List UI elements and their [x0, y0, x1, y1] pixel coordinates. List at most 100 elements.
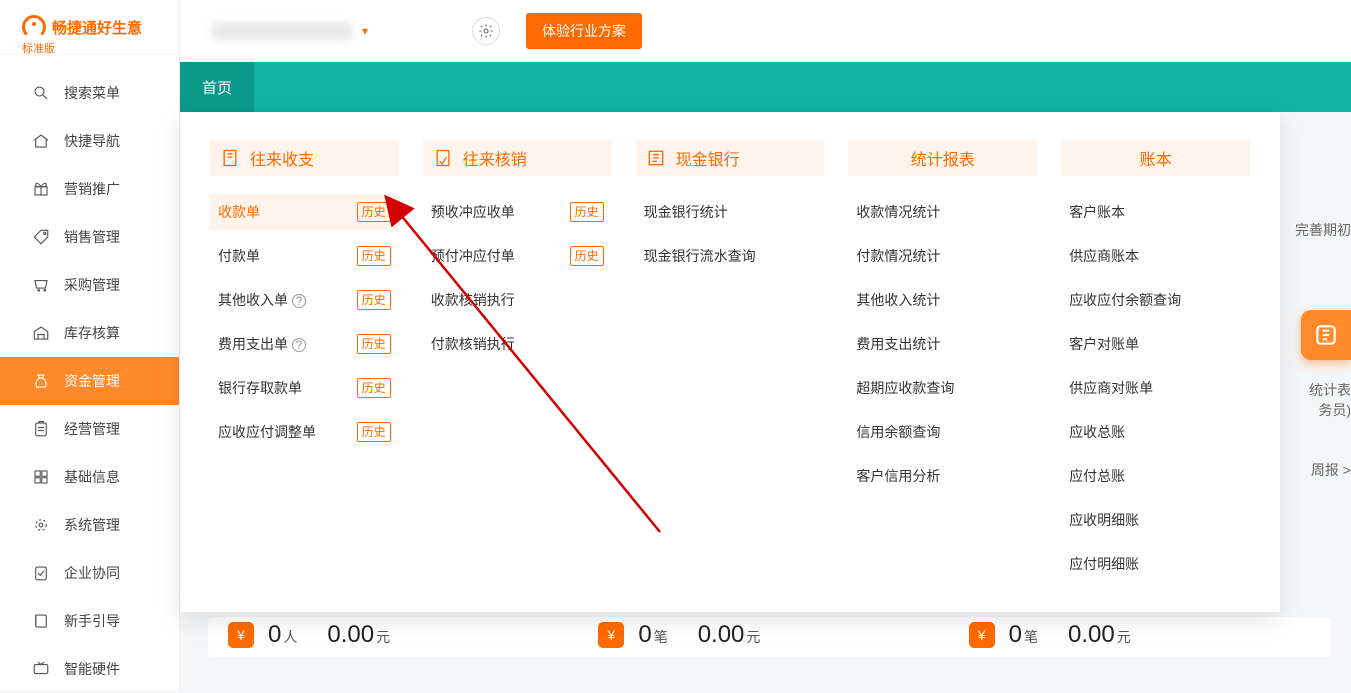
history-badge[interactable]: 历史 [357, 378, 391, 398]
menu-item-expense-stats[interactable]: 费用支出统计 [848, 326, 1037, 362]
history-badge[interactable]: 历史 [570, 202, 604, 222]
menu-item-supplier-ledger[interactable]: 供应商账本 [1061, 238, 1250, 274]
menu-item-credit-balance[interactable]: 信用余额查询 [848, 414, 1037, 450]
mega-list-4: 收款情况统计 付款情况统计 其他收入统计 费用支出统计 超期应收款查询 信用余额… [848, 194, 1037, 494]
sidebar-item-quicknav[interactable]: 快捷导航 [0, 117, 179, 165]
menu-item-cash-bank-flow[interactable]: 现金银行流水查询 [636, 238, 825, 274]
receipt-icon [220, 148, 240, 168]
menu-item-overdue-ar[interactable]: 超期应收款查询 [848, 370, 1037, 406]
tab-label: 首页 [202, 77, 232, 98]
menu-label: 应收明细账 [1069, 510, 1139, 530]
brand-logo: 畅捷通好生意 标准版 [0, 0, 179, 55]
hint-link[interactable]: 完善期初 [1295, 220, 1351, 240]
menu-label: 客户信用分析 [856, 466, 940, 486]
stat-unit: 笔 [654, 627, 668, 647]
history-badge[interactable]: 历史 [357, 422, 391, 442]
menu-item-bank-transfer[interactable]: 银行存取款单 历史 [210, 370, 399, 406]
menu-item-ar-ap-adjust[interactable]: 应收应付调整单 历史 [210, 414, 399, 450]
help-icon[interactable]: ? [292, 294, 306, 308]
cta-button[interactable]: 体验行业方案 [526, 13, 642, 49]
floating-help-widget[interactable] [1301, 310, 1351, 360]
tab-home[interactable]: 首页 [180, 62, 254, 112]
sidebar-item-funds[interactable]: 资金管理 [0, 357, 179, 405]
mega-head-5: 账本 [1061, 140, 1250, 176]
menu-item-payment[interactable]: 付款单 历史 [210, 238, 399, 274]
menu-item-payment-stats[interactable]: 付款情况统计 [848, 238, 1037, 274]
sidebar-item-search[interactable]: 搜索菜单 [0, 69, 179, 117]
menu-item-cash-bank-stats[interactable]: 现金银行统计 [636, 194, 825, 230]
history-badge[interactable]: 历史 [357, 202, 391, 222]
menu-item-ar-detail[interactable]: 应收明细账 [1061, 502, 1250, 538]
menu-item-other-income-stats[interactable]: 其他收入统计 [848, 282, 1037, 318]
menu-item-ap-detail[interactable]: 应付明细账 [1061, 546, 1250, 582]
menu-item-expense[interactable]: 费用支出单? 历史 [210, 326, 399, 362]
home-icon [32, 132, 50, 150]
mega-head-label: 现金银行 [676, 146, 740, 170]
mega-col-1: 往来收支 收款单 历史 付款单 历史 其他收入单? 历史 费用支出单? 历史 银… [210, 140, 399, 602]
clipboard-icon [32, 420, 50, 438]
menu-item-customer-statement[interactable]: 客户对账单 [1061, 326, 1250, 362]
sidebar-item-label: 系统管理 [64, 515, 120, 535]
menu-item-other-income[interactable]: 其他收入单? 历史 [210, 282, 399, 318]
menu-item-ap-gl[interactable]: 应付总账 [1061, 458, 1250, 494]
mega-list-2: 预收冲应收单 历史 预付冲应付单 历史 收款核销执行 付款核销执行 [423, 194, 612, 362]
sidebar-item-marketing[interactable]: 营销推广 [0, 165, 179, 213]
history-badge[interactable]: 历史 [357, 334, 391, 354]
menu-item-prepay-ar[interactable]: 预收冲应收单 历史 [423, 194, 612, 230]
hint-text: 务员) [1318, 400, 1351, 420]
hint-text: 统计表 [1309, 380, 1351, 400]
mega-list-5: 客户账本 供应商账本 应收应付余额查询 客户对账单 供应商对账单 应收总账 应付… [1061, 194, 1250, 582]
sidebar-item-sales[interactable]: 销售管理 [0, 213, 179, 261]
sidebar-item-guide[interactable]: 新手引导 [0, 597, 179, 645]
hint-link[interactable]: 周报 > [1311, 460, 1351, 480]
org-select[interactable]: ▾ [200, 13, 460, 49]
mega-head-label: 往来收支 [250, 146, 314, 170]
sidebar-item-label: 资金管理 [64, 371, 120, 391]
sidebar-item-ops[interactable]: 经营管理 [0, 405, 179, 453]
tabs-bar: 首页 [180, 62, 1351, 112]
history-badge[interactable]: 历史 [570, 246, 604, 266]
menu-item-ar-ap-balance[interactable]: 应收应付余额查询 [1061, 282, 1250, 318]
menu-item-customer-ledger[interactable]: 客户账本 [1061, 194, 1250, 230]
book-icon [32, 612, 50, 630]
menu-item-receipt-writeoff[interactable]: 收款核销执行 [423, 282, 612, 318]
stat-unit: 笔 [1024, 627, 1038, 647]
menu-item-prepay-ap[interactable]: 预付冲应付单 历史 [423, 238, 612, 274]
clipboard-check-icon [32, 564, 50, 582]
sidebar-item-label: 智能硬件 [64, 659, 120, 679]
menu-item-receipt[interactable]: 收款单 历史 [210, 194, 399, 230]
menu-item-supplier-statement[interactable]: 供应商对账单 [1061, 370, 1250, 406]
mega-head-4: 统计报表 [848, 140, 1037, 176]
sidebar-item-purchase[interactable]: 采购管理 [0, 261, 179, 309]
stat-amount: 0.00 [1068, 621, 1115, 649]
cta-label: 体验行业方案 [542, 21, 626, 41]
menu-item-ar-gl[interactable]: 应收总账 [1061, 414, 1250, 450]
menu-item-payment-writeoff[interactable]: 付款核销执行 [423, 326, 612, 362]
sidebar-item-inventory[interactable]: 库存核算 [0, 309, 179, 357]
sidebar-item-hardware[interactable]: 智能硬件 [0, 645, 179, 693]
sidebar-item-collab[interactable]: 企业协同 [0, 549, 179, 597]
stat-amount-unit: 元 [1117, 627, 1131, 647]
sidebar-item-system[interactable]: 系统管理 [0, 501, 179, 549]
stat-unit: 人 [283, 627, 297, 647]
menu-item-receipt-stats[interactable]: 收款情况统计 [848, 194, 1037, 230]
mega-head-1: 往来收支 [210, 140, 399, 176]
sidebar-item-label: 销售管理 [64, 227, 120, 247]
sidebar-item-base[interactable]: 基础信息 [0, 453, 179, 501]
mega-col-3: 现金银行 现金银行统计 现金银行流水查询 [636, 140, 825, 602]
menu-label: 银行存取款单 [218, 378, 302, 398]
settings-button[interactable] [472, 17, 500, 45]
sidebar-item-label: 企业协同 [64, 563, 120, 583]
menu-label: 收款情况统计 [856, 202, 940, 222]
menu-label: 现金银行流水查询 [644, 246, 756, 266]
mega-list-1: 收款单 历史 付款单 历史 其他收入单? 历史 费用支出单? 历史 银行存取款单… [210, 194, 399, 450]
help-icon[interactable]: ? [292, 338, 306, 352]
stat-amount: 0.00 [698, 621, 745, 649]
brand-edition: 标准版 [22, 40, 55, 56]
history-badge[interactable]: 历史 [357, 290, 391, 310]
menu-item-customer-credit[interactable]: 客户信用分析 [848, 458, 1037, 494]
menu-label: 现金银行统计 [644, 202, 728, 222]
mega-col-2: 往来核销 预收冲应收单 历史 预付冲应付单 历史 收款核销执行 付款核销执行 [423, 140, 612, 602]
history-badge[interactable]: 历史 [357, 246, 391, 266]
menu-label: 付款核销执行 [431, 334, 515, 354]
